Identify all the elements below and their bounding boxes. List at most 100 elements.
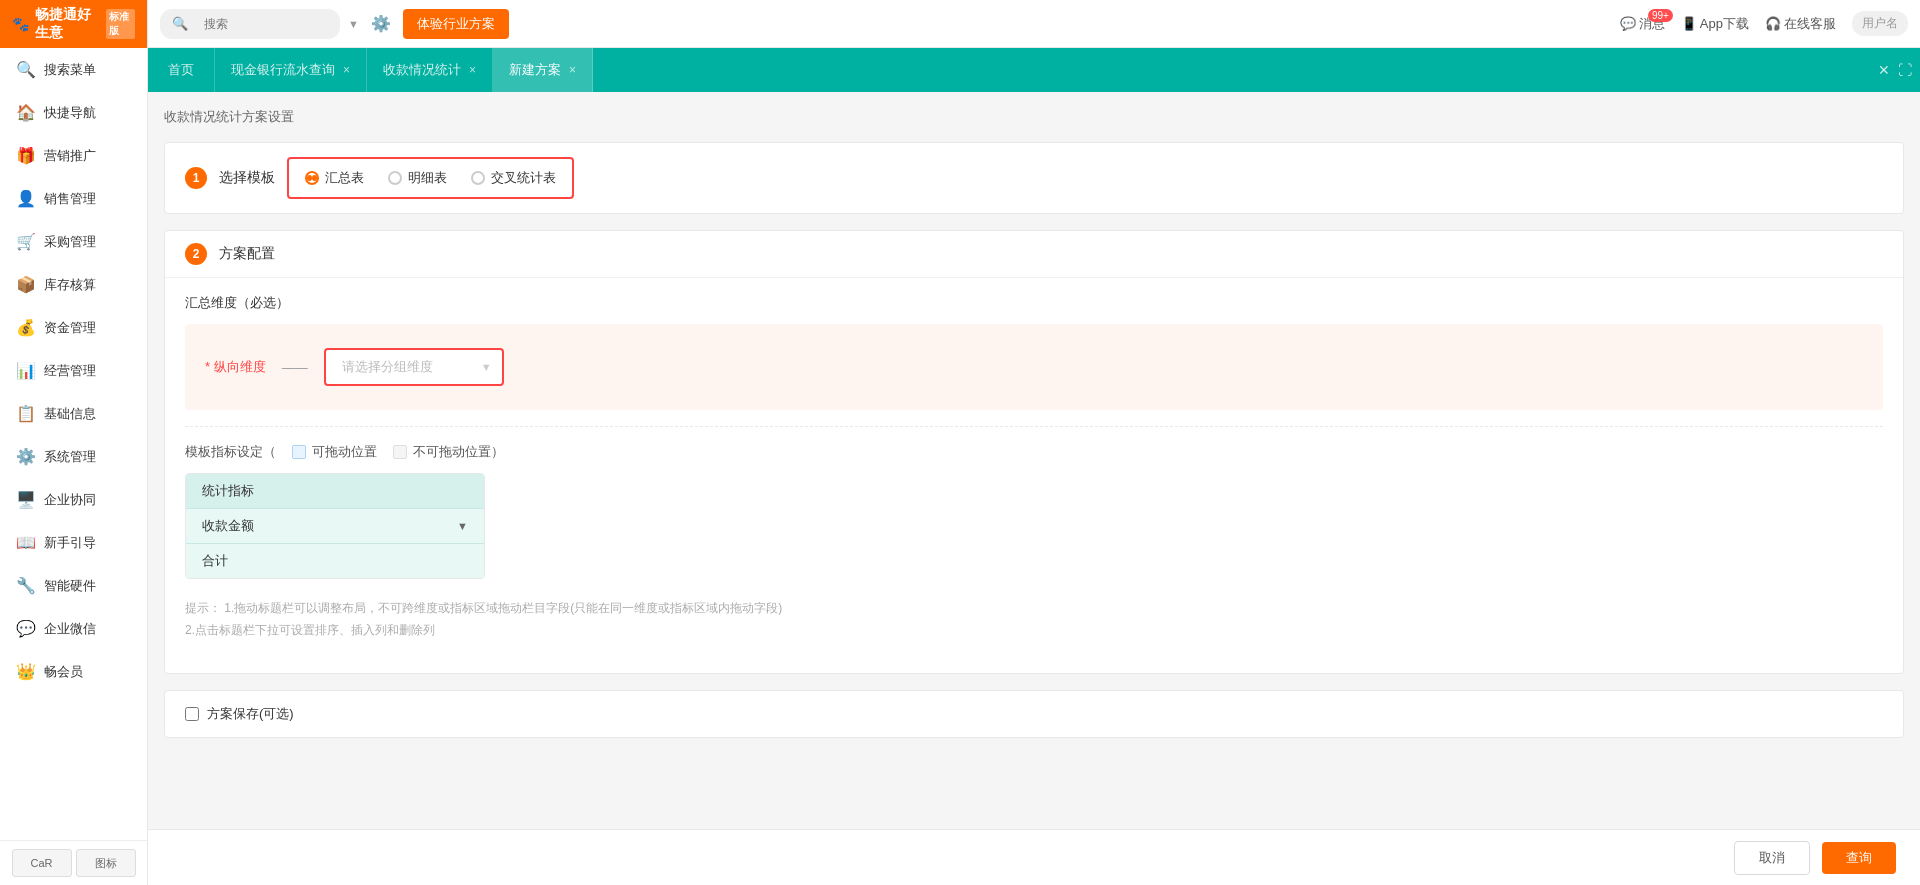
monitor-icon: 🖥️ bbox=[16, 490, 36, 509]
sidebar-item-operations[interactable]: 📊 经营管理 bbox=[0, 349, 147, 392]
indicator-header: 模板指标设定（ 可拖动位置 不可拖动位置） bbox=[185, 443, 1883, 461]
sidebar-item-label: 采购管理 bbox=[44, 233, 96, 251]
tab-home[interactable]: 首页 bbox=[148, 48, 215, 92]
template-selection-box: 汇总表 明细表 交叉统计表 bbox=[287, 157, 574, 199]
draggable-legend-box bbox=[292, 445, 306, 459]
sidebar-btn-car[interactable]: CaR bbox=[12, 849, 72, 877]
tab-new-plan-label: 新建方案 bbox=[509, 61, 561, 79]
radio-cross-circle bbox=[471, 171, 485, 185]
sidebar-item-smart-hw[interactable]: 🔧 智能硬件 bbox=[0, 564, 147, 607]
save-plan-checkbox[interactable] bbox=[185, 707, 199, 721]
legend-non-draggable: 不可拖动位置） bbox=[393, 443, 504, 461]
topbar: 🔍 ▼ ⚙️ 体验行业方案 💬 消息 99+ 📱 App下载 🎧 在线客服 用户… bbox=[148, 0, 1920, 48]
tab-receipt-stats-label: 收款情况统计 bbox=[383, 61, 461, 79]
query-button[interactable]: 查询 bbox=[1822, 842, 1896, 874]
logo-text: 畅捷通好生意 bbox=[35, 6, 100, 42]
sidebar-item-label: 企业协同 bbox=[44, 491, 96, 509]
chat-icon: 💬 bbox=[16, 619, 36, 638]
draggable-legend-label: 可拖动位置 bbox=[312, 443, 377, 461]
step1-label: 选择模板 bbox=[219, 169, 275, 187]
sidebar-item-marketing[interactable]: 🎁 营销推广 bbox=[0, 134, 147, 177]
step1-header: 1 选择模板 汇总表 明细表 交 bbox=[165, 143, 1903, 213]
footer-section: 方案保存(可选) bbox=[164, 690, 1904, 738]
indicator-table-header: 统计指标 bbox=[186, 474, 484, 508]
sidebar-item-quick-nav[interactable]: 🏠 快捷导航 bbox=[0, 91, 147, 134]
non-draggable-legend-box bbox=[393, 445, 407, 459]
sidebar-item-label: 企业微信 bbox=[44, 620, 96, 638]
sidebar-item-inventory[interactable]: 📦 库存核算 bbox=[0, 263, 147, 306]
sidebar-item-search-menu[interactable]: 🔍 搜索菜单 bbox=[0, 48, 147, 91]
topbar-right: 💬 消息 99+ 📱 App下载 🎧 在线客服 用户名 bbox=[1620, 11, 1908, 36]
tab-expand-icon[interactable]: ⛶ bbox=[1898, 62, 1912, 78]
chart-icon: 📊 bbox=[16, 361, 36, 380]
sidebar: 🐾 畅捷通好生意 标准版 🔍 搜索菜单 🏠 快捷导航 🎁 营销推广 👤 销售管理… bbox=[0, 0, 148, 885]
user-account[interactable]: 用户名 bbox=[1852, 11, 1908, 36]
content-area: 收款情况统计方案设置 1 选择模板 汇总表 明细表 bbox=[148, 92, 1920, 829]
sidebar-item-label: 库存核算 bbox=[44, 276, 96, 294]
online-service-btn[interactable]: 🎧 在线客服 bbox=[1765, 15, 1836, 33]
radio-summary[interactable]: 汇总表 bbox=[305, 169, 364, 187]
dimension-select[interactable]: 请选择分组维度 ▼ bbox=[324, 348, 504, 386]
sidebar-item-system[interactable]: ⚙️ 系统管理 bbox=[0, 435, 147, 478]
sidebar-bottom: CaR 图标 bbox=[0, 840, 147, 885]
tab-new-plan[interactable]: 新建方案 × bbox=[493, 48, 593, 92]
home-icon: 🏠 bbox=[16, 103, 36, 122]
dimension-dropdown-arrow: ▼ bbox=[481, 361, 492, 373]
radio-cross-label: 交叉统计表 bbox=[491, 169, 556, 187]
sidebar-item-label: 系统管理 bbox=[44, 448, 96, 466]
search-input[interactable] bbox=[192, 13, 332, 35]
dimension-title: 汇总维度（必选） bbox=[185, 294, 1883, 312]
search-icon: 🔍 bbox=[172, 16, 188, 31]
save-plan-label: 方案保存(可选) bbox=[207, 705, 294, 723]
step2-header: 2 方案配置 bbox=[165, 231, 1903, 278]
money-icon: 💰 bbox=[16, 318, 36, 337]
sidebar-item-label: 搜索菜单 bbox=[44, 61, 96, 79]
tab-home-label: 首页 bbox=[168, 61, 194, 79]
tab-bank-flow-close[interactable]: × bbox=[343, 63, 350, 77]
sidebar-item-label: 经营管理 bbox=[44, 362, 96, 380]
app-download-btn[interactable]: 📱 App下载 bbox=[1681, 15, 1749, 33]
indicator-cell-label: 收款金额 bbox=[202, 517, 254, 535]
sidebar-item-weixin[interactable]: 💬 企业微信 bbox=[0, 607, 147, 650]
edition-badge: 标准版 bbox=[106, 9, 135, 39]
dimension-row: * 纵向维度 —— 请选择分组维度 ▼ bbox=[205, 348, 1863, 386]
sidebar-item-member[interactable]: 👑 畅会员 bbox=[0, 650, 147, 693]
clipboard-icon: 📋 bbox=[16, 404, 36, 423]
settings-gear-icon[interactable]: ⚙️ bbox=[371, 14, 391, 33]
industry-btn[interactable]: 体验行业方案 bbox=[403, 9, 509, 39]
tab-bank-flow[interactable]: 现金银行流水查询 × bbox=[215, 48, 367, 92]
user-icon: 👤 bbox=[16, 189, 36, 208]
radio-summary-circle bbox=[305, 171, 319, 185]
sidebar-item-basic-info[interactable]: 📋 基础信息 bbox=[0, 392, 147, 435]
sidebar-item-purchase[interactable]: 🛒 采购管理 bbox=[0, 220, 147, 263]
headset-icon: 🎧 bbox=[1765, 16, 1781, 31]
hint-line-2: 2.点击标题栏下拉可设置排序、插入列和删除列 bbox=[185, 620, 1883, 642]
tabbar: 首页 现金银行流水查询 × 收款情况统计 × 新建方案 × ✕ ⛶ bbox=[148, 48, 1920, 92]
gear-icon: ⚙️ bbox=[16, 447, 36, 466]
sidebar-item-sales[interactable]: 👤 销售管理 bbox=[0, 177, 147, 220]
indicator-table-total: 合计 bbox=[186, 543, 484, 578]
sidebar-item-newcomer[interactable]: 📖 新手引导 bbox=[0, 521, 147, 564]
step2-number: 2 bbox=[185, 243, 207, 265]
radio-summary-label: 汇总表 bbox=[325, 169, 364, 187]
sidebar-item-enterprise[interactable]: 🖥️ 企业协同 bbox=[0, 478, 147, 521]
radio-cross[interactable]: 交叉统计表 bbox=[471, 169, 556, 187]
message-btn[interactable]: 💬 消息 99+ bbox=[1620, 15, 1665, 33]
tab-new-plan-close[interactable]: × bbox=[569, 63, 576, 77]
step1-number: 1 bbox=[185, 167, 207, 189]
hint-line-1: 提示： 1.拖动标题栏可以调整布局，不可跨维度或指标区域拖动栏目字段(只能在同一… bbox=[185, 598, 1883, 620]
cancel-button[interactable]: 取消 bbox=[1734, 841, 1810, 875]
tab-receipt-stats[interactable]: 收款情况统计 × bbox=[367, 48, 493, 92]
search-dropdown-arrow[interactable]: ▼ bbox=[348, 18, 359, 30]
radio-detail[interactable]: 明细表 bbox=[388, 169, 447, 187]
sidebar-item-finance[interactable]: 💰 资金管理 bbox=[0, 306, 147, 349]
tab-receipt-stats-close[interactable]: × bbox=[469, 63, 476, 77]
step2-section: 2 方案配置 汇总维度（必选） * 纵向维度 —— 请选择分组维度 ▼ bbox=[164, 230, 1904, 674]
indicator-table-cell-amount[interactable]: 收款金额 ▼ bbox=[186, 508, 484, 543]
tab-close-window-icon[interactable]: ✕ bbox=[1878, 62, 1890, 78]
gift-icon: 🎁 bbox=[16, 146, 36, 165]
message-badge: 99+ bbox=[1648, 9, 1673, 22]
logo-icon: 🐾 bbox=[12, 16, 29, 32]
indicator-cell-dropdown[interactable]: ▼ bbox=[457, 520, 468, 532]
sidebar-btn-icon[interactable]: 图标 bbox=[76, 849, 136, 877]
